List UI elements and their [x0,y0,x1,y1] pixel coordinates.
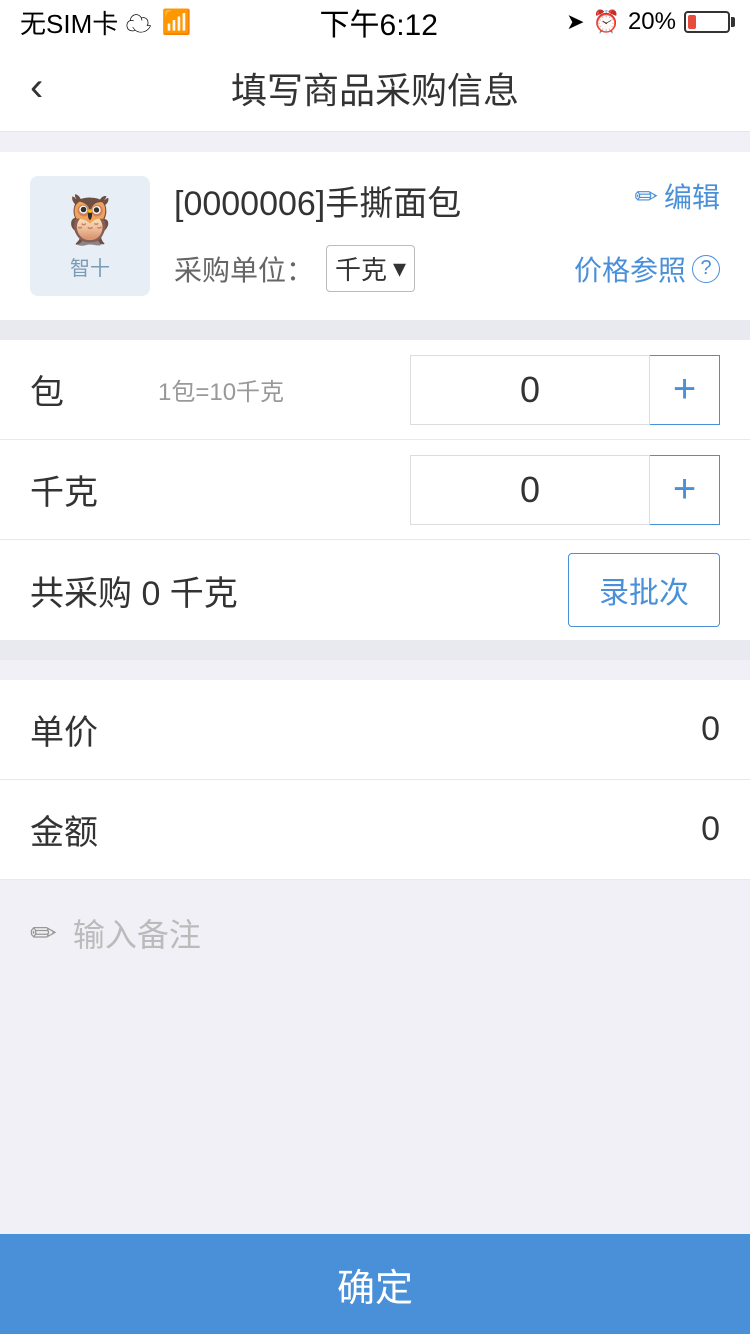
remark-section[interactable]: ✏ 输入备注 [0,880,750,986]
product-image: 🦉 智十 [30,176,150,296]
alarm-icon: ⏰ [593,9,620,35]
input-row-kg: 千克 + [0,440,750,540]
status-time: 下午6:12 [320,0,438,44]
pencil-icon: ✏ [30,914,57,952]
nav-bar: ‹ 填写商品采购信息 [0,44,750,132]
status-bar: 无SIM卡 ☁ 📶 下午6:12 ➤ ⏰ 20% [0,0,750,44]
section-divider-1 [0,320,750,340]
edit-link[interactable]: ✏ 编辑 [635,176,720,216]
input-row-bag: 包 1包=10千克 + [0,340,750,440]
total-label: 共采购 0 千克 [30,566,238,615]
back-button[interactable]: ‹ [30,65,43,110]
info-section: 单价 0 金额 0 [0,680,750,880]
bag-sub-label: 1包=10千克 [158,372,284,407]
unit-value: 千克 [335,250,387,287]
kg-input-right: + [410,455,720,525]
unit-price-value: 0 [701,710,720,749]
location-icon: ➤ [566,9,584,35]
amount-value: 0 [701,810,720,849]
total-row: 共采购 0 千克 录批次 [0,540,750,640]
bag-qty-input[interactable] [410,355,650,425]
wifi-icon: 📶 [161,8,191,37]
edit-label: 编辑 [664,176,720,216]
product-logo-text: 智十 [60,252,120,281]
page-title: 填写商品采购信息 [231,62,519,114]
battery-icon [684,11,730,33]
kg-label: 千克 [30,465,150,514]
dropdown-arrow-icon: ▾ [393,253,406,284]
product-unit-row: 采购单位： 千克 ▾ 价格参照 ? [174,245,720,292]
kg-qty-input[interactable] [410,455,650,525]
price-ref-label: 价格参照 [574,249,686,289]
unit-price-label: 单价 [30,705,98,754]
battery-percent: 20% [628,8,676,36]
bag-plus-button[interactable]: + [650,355,720,425]
unit-label: 采购单位： [174,249,314,289]
product-logo: 🦉 [60,191,120,248]
remark-placeholder: 输入备注 [73,910,201,956]
confirm-button[interactable]: 确定 [0,1234,750,1334]
section-divider-2 [0,640,750,660]
no-sim-label: 无SIM卡 ☁ [20,4,151,41]
info-icon: ? [692,255,720,283]
status-right: ➤ ⏰ 20% [566,8,730,36]
input-section: 包 1包=10千克 + 千克 + [0,340,750,540]
amount-label: 金额 [30,805,98,854]
unit-dropdown[interactable]: 千克 ▾ [326,245,415,292]
price-ref-link[interactable]: 价格参照 ? [574,249,720,289]
product-card: 🦉 智十 [0000006]手撕面包 采购单位： 千克 ▾ 价格参照 ? ✏ 编… [0,152,750,320]
batch-button[interactable]: 录批次 [568,553,720,627]
bag-input-right: + [410,355,720,425]
unit-price-row: 单价 0 [0,680,750,780]
kg-plus-button[interactable]: + [650,455,720,525]
amount-row: 金额 0 [0,780,750,880]
bag-label: 包 [30,365,150,414]
status-left: 无SIM卡 ☁ 📶 [20,4,191,41]
edit-icon: ✏ [635,180,658,213]
